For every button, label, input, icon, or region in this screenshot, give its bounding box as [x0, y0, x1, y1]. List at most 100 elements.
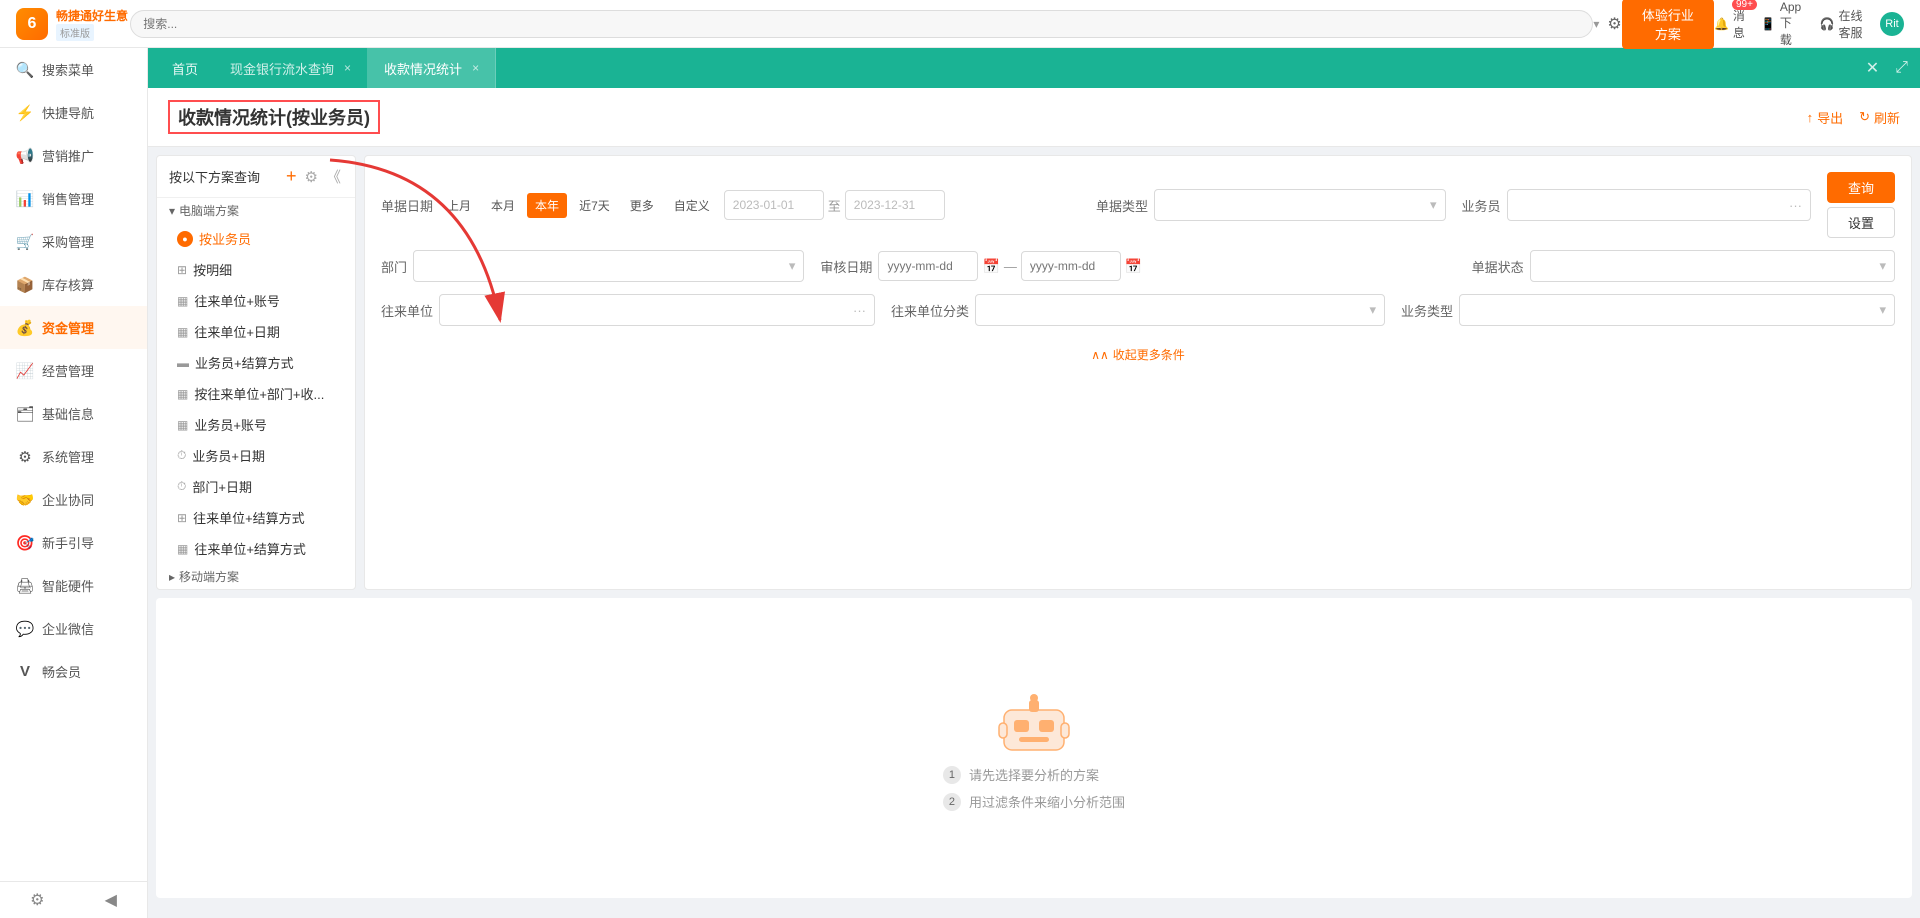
sidebar-item-member[interactable]: V 畅会员 [0, 650, 147, 693]
audit-date-to-input[interactable] [1021, 251, 1121, 281]
scheme-item-unit-settle1[interactable]: ⊞ 往来单位+结算方式 [157, 502, 355, 533]
doc-type-chevron: ▾ [1430, 197, 1437, 213]
sidebar-item-quick-nav[interactable]: ⚡ 快捷导航 [0, 91, 147, 134]
biz-type-group: 业务类型 ▾ [1401, 294, 1895, 326]
online-service-btn[interactable]: 🎧 在线客服 [1820, 7, 1864, 41]
date-btn-prev-month[interactable]: 上月 [439, 193, 479, 218]
date-btn-this-year[interactable]: 本年 [527, 193, 567, 218]
message-btn[interactable]: 🔔 消息 99+ [1714, 7, 1745, 41]
audit-calendar-to[interactable]: 📅 [1125, 258, 1142, 275]
tab-close-all-btn[interactable]: ✕ [1862, 54, 1883, 82]
date-filter-group: 单据日期 上月 本月 本年 近7天 更多 自定义 至 [381, 190, 1080, 220]
date-btn-custom[interactable]: 自定义 [666, 193, 718, 218]
export-btn[interactable]: ↑ 导出 [1807, 108, 1844, 127]
sidebar-label-wechat: 企业微信 [42, 619, 94, 638]
refresh-btn[interactable]: ↻ 刷新 [1859, 108, 1900, 127]
setting-btn[interactable]: 设置 [1827, 207, 1895, 238]
scheme-item-salesman-settle[interactable]: ▬ 业务员+结算方式 [157, 347, 355, 378]
tab-bank-flow-close[interactable]: × [344, 61, 351, 75]
app-download-btn[interactable]: 📱 App下载 [1761, 0, 1804, 48]
scheme-setting-btn[interactable]: ⚙ [303, 166, 320, 188]
sidebar-item-purchase[interactable]: 🛒 采购管理 [0, 220, 147, 263]
scheme-item-unit-date[interactable]: ▦ 往来单位+日期 [157, 316, 355, 347]
date-to-input[interactable] [845, 190, 945, 220]
app-download-label: App下载 [1780, 0, 1804, 48]
settings-gear[interactable]: ⚙ [1607, 14, 1621, 34]
tab-bank-flow[interactable]: 现金银行流水查询 × [214, 48, 368, 88]
dropdown-arrow[interactable]: ▾ [1593, 17, 1599, 31]
service-icon: 🎧 [1820, 17, 1835, 31]
doc-status-select[interactable]: ▾ [1530, 250, 1895, 282]
scheme-item-by-salesman[interactable]: ● 按业务员 [157, 223, 355, 254]
salesman-select[interactable]: ··· [1507, 189, 1811, 221]
empty-tip-2: 2 用过滤条件来缩小分析范围 [943, 792, 1125, 811]
salesman-date-icon: ⏱ [177, 448, 186, 463]
tab-receipt-stat-close[interactable]: × [472, 61, 479, 75]
sidebar-collapse-icon[interactable]: ◀ [105, 890, 117, 910]
salesman-item-label: 按业务员 [199, 229, 251, 248]
tab-expand-btn[interactable]: ⤢ [1891, 55, 1912, 81]
scheme-section-mobile[interactable]: ▸ 移动端方案 [157, 564, 355, 589]
tab-receipt-stat[interactable]: 收款情况统计 × [368, 48, 496, 88]
bell-icon: 🔔 [1714, 17, 1729, 31]
sidebar-settings-icon[interactable]: ⚙ [30, 890, 44, 910]
scheme-item-unit-settle2[interactable]: ▦ 往来单位+结算方式 [157, 533, 355, 564]
unit-settle2-label: 往来单位+结算方式 [194, 539, 306, 558]
sidebar-item-sales[interactable]: 📊 销售管理 [0, 177, 147, 220]
quick-nav-icon: ⚡ [16, 104, 34, 122]
partner-select[interactable]: ··· [439, 294, 875, 326]
scheme-item-unit-dept-recv[interactable]: ▦ 按往来单位+部门+收... [157, 378, 355, 409]
sidebar-item-smart-hw[interactable]: 🖨 智能硬件 [0, 564, 147, 607]
tab-home[interactable]: 首页 [156, 48, 214, 88]
date-btn-this-month[interactable]: 本月 [483, 193, 523, 218]
scheme-item-dept-date[interactable]: ⏱ 部门+日期 [157, 471, 355, 502]
date-btn-more[interactable]: 更多 [622, 193, 662, 218]
message-label: 消息 [1733, 7, 1745, 41]
sidebar-item-guide[interactable]: 🎯 新手引导 [0, 521, 147, 564]
audit-date-dash: — [1004, 259, 1017, 274]
sidebar-label-enterprise: 企业协同 [42, 490, 94, 509]
sidebar-item-wechat[interactable]: 💬 企业微信 [0, 607, 147, 650]
dept-select[interactable]: ▾ [413, 250, 804, 282]
page-header: 收款情况统计(按业务员) ↑ 导出 ↻ 刷新 [148, 88, 1920, 147]
scheme-item-unit-account[interactable]: ▦ 往来单位+账号 [157, 285, 355, 316]
top-search-input[interactable] [130, 10, 1593, 38]
date-separator: 至 [828, 196, 841, 215]
doc-status-group: 单据状态 ▾ [1472, 250, 1895, 282]
scheme-item-salesman-date[interactable]: ⏱ 业务员+日期 [157, 440, 355, 471]
sidebar-item-system[interactable]: ⚙ 系统管理 [0, 435, 147, 478]
wechat-icon: 💬 [16, 620, 34, 638]
date-btn-last-7[interactable]: 近7天 [571, 193, 618, 218]
scheme-item-salesman-account[interactable]: ▦ 业务员+账号 [157, 409, 355, 440]
query-btn[interactable]: 查询 [1827, 172, 1895, 203]
sidebar-label-basic: 基础信息 [42, 404, 94, 423]
audit-calendar-from[interactable]: 📅 [982, 258, 999, 275]
scheme-section-desktop[interactable]: ▾ 电脑端方案 [157, 198, 355, 223]
empty-tips: 1 请先选择要分析的方案 2 用过滤条件来缩小分析范围 [943, 765, 1125, 811]
sidebar-item-basic[interactable]: 🗂 基础信息 [0, 392, 147, 435]
sidebar-item-operations[interactable]: 📈 经营管理 [0, 349, 147, 392]
audit-date-from-input[interactable] [878, 251, 978, 281]
desktop-section-label: 电脑端方案 [179, 202, 239, 219]
scheme-collapse-btn[interactable]: 《 [324, 164, 343, 189]
dept-group: 部门 ▾ [381, 250, 804, 282]
partner-category-select[interactable]: ▾ [975, 294, 1385, 326]
sidebar-item-finance[interactable]: 💰 资金管理 [0, 306, 147, 349]
user-avatar[interactable]: Rit [1880, 12, 1904, 36]
sidebar-item-marketing[interactable]: 📢 营销推广 [0, 134, 147, 177]
salesman-label: 业务员 [1462, 196, 1501, 215]
sidebar-item-search-menu[interactable]: 🔍 搜索菜单 [0, 48, 147, 91]
trial-btn[interactable]: 体验行业方案 [1622, 0, 1714, 49]
search-menu-icon: 🔍 [16, 61, 34, 79]
collapse-more-btn[interactable]: ∧∧ 收起更多条件 [381, 338, 1895, 371]
sidebar-item-inventory[interactable]: 📦 库存核算 [0, 263, 147, 306]
doc-type-select[interactable]: ▾ [1154, 189, 1445, 221]
biz-type-select[interactable]: ▾ [1459, 294, 1895, 326]
sidebar-item-enterprise[interactable]: 🤝 企业协同 [0, 478, 147, 521]
date-from-input[interactable] [724, 190, 824, 220]
scheme-item-by-detail[interactable]: ⊞ 按明细 [157, 254, 355, 285]
page-title: 收款情况统计(按业务员) [168, 100, 380, 134]
scheme-add-btn[interactable]: + [284, 164, 299, 189]
unit-account-icon: ▦ [177, 294, 188, 308]
empty-state-icon [994, 685, 1074, 765]
